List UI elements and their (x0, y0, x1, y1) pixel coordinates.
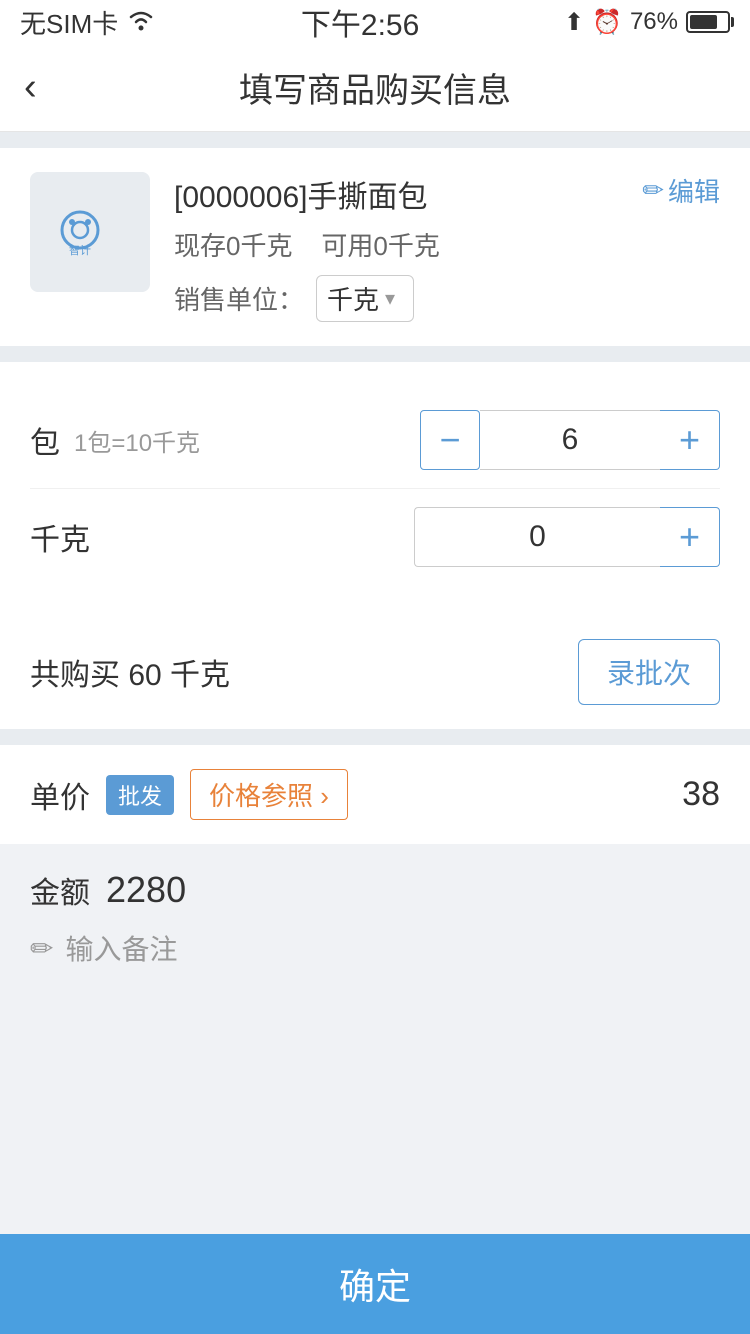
edit-label: 编辑 (668, 172, 720, 209)
unit-label: 销售单位： (174, 280, 304, 317)
remark-placeholder: 输入备注 (65, 928, 177, 968)
product-image: 智计 (30, 172, 150, 292)
amount-section: 金额 2280 ✏ 输入备注 (0, 844, 750, 984)
svg-text:智计: 智计 (69, 243, 91, 257)
kg-row: 千克 + (30, 489, 720, 585)
stock-text: 现存0千克 (174, 231, 292, 261)
product-card: 智计 [0000006]手撕面包 ✏ 编辑 现存0千克 可用0千克 销售单位： … (0, 148, 750, 346)
status-left: 无SIM卡 (20, 4, 156, 41)
kg-label: 千克 (30, 515, 90, 559)
dropdown-icon: ▾ (385, 286, 395, 311)
bag-row: 包 1包=10千克 − + (30, 392, 720, 489)
product-unit-row: 销售单位： 千克 ▾ (174, 275, 720, 322)
status-time: 下午2:56 (301, 0, 419, 44)
confirm-button[interactable]: 确定 (0, 1234, 750, 1334)
battery-icon (686, 11, 730, 33)
remark-icon: ✏ (30, 932, 53, 965)
page-title: 填写商品购买信息 (239, 63, 511, 112)
carrier-label: 无SIM卡 (20, 4, 118, 41)
product-title: [0000006]手撕面包 (174, 172, 427, 216)
alarm-icon: ⏰ (592, 8, 622, 37)
edit-icon: ✏ (642, 175, 664, 206)
status-bar: 无SIM卡 下午2:56 ⬆ ⏰ 76% (0, 0, 750, 44)
bag-hint: 1包=10千克 (74, 423, 200, 458)
form-section: 包 1包=10千克 − + 千克 + (0, 362, 750, 615)
price-tag: 批发 (106, 775, 174, 815)
nav-bar: ‹ 填写商品购买信息 (0, 44, 750, 132)
product-stock: 现存0千克 可用0千克 (174, 226, 720, 263)
back-button[interactable]: ‹ (24, 66, 37, 109)
top-divider (0, 132, 750, 148)
price-ref-button[interactable]: 价格参照 › (190, 769, 348, 820)
kg-label-text: 千克 (30, 515, 90, 559)
bag-input-group: − + (420, 410, 720, 470)
price-value: 38 (682, 775, 720, 814)
remark-row[interactable]: ✏ 输入备注 (30, 928, 720, 968)
amount-value: 2280 (106, 869, 186, 911)
bag-plus-button[interactable]: + (660, 410, 720, 470)
price-section: 单价 批发 价格参照 › 38 (0, 745, 750, 844)
total-row: 共购买 60 千克 录批次 (0, 615, 750, 729)
product-info: [0000006]手撕面包 ✏ 编辑 现存0千克 可用0千克 销售单位： 千克 … (174, 172, 720, 322)
batch-button[interactable]: 录批次 (578, 639, 720, 705)
available-text: 可用0千克 (321, 231, 439, 261)
unit-value: 千克 (327, 280, 379, 317)
bag-label: 包 1包=10千克 (30, 418, 200, 462)
amount-label: 金额 (30, 868, 90, 912)
wifi-icon (126, 7, 156, 38)
kg-input-group: + (414, 507, 720, 567)
mid-divider2 (0, 729, 750, 745)
unit-select[interactable]: 千克 ▾ (316, 275, 414, 322)
bag-minus-button[interactable]: − (420, 410, 480, 470)
edit-link[interactable]: ✏ 编辑 (642, 172, 720, 209)
location-icon: ⬆ (564, 8, 584, 37)
battery-percent: 76% (630, 8, 678, 36)
amount-row: 金额 2280 (30, 868, 720, 912)
total-text: 共购买 60 千克 (30, 650, 230, 694)
bag-label-text: 包 (30, 418, 60, 462)
status-right: ⬆ ⏰ 76% (564, 8, 730, 37)
kg-input[interactable] (414, 507, 660, 567)
bag-input[interactable] (480, 410, 660, 470)
kg-plus-button[interactable]: + (660, 507, 720, 567)
mid-divider1 (0, 346, 750, 362)
price-label: 单价 (30, 773, 90, 817)
